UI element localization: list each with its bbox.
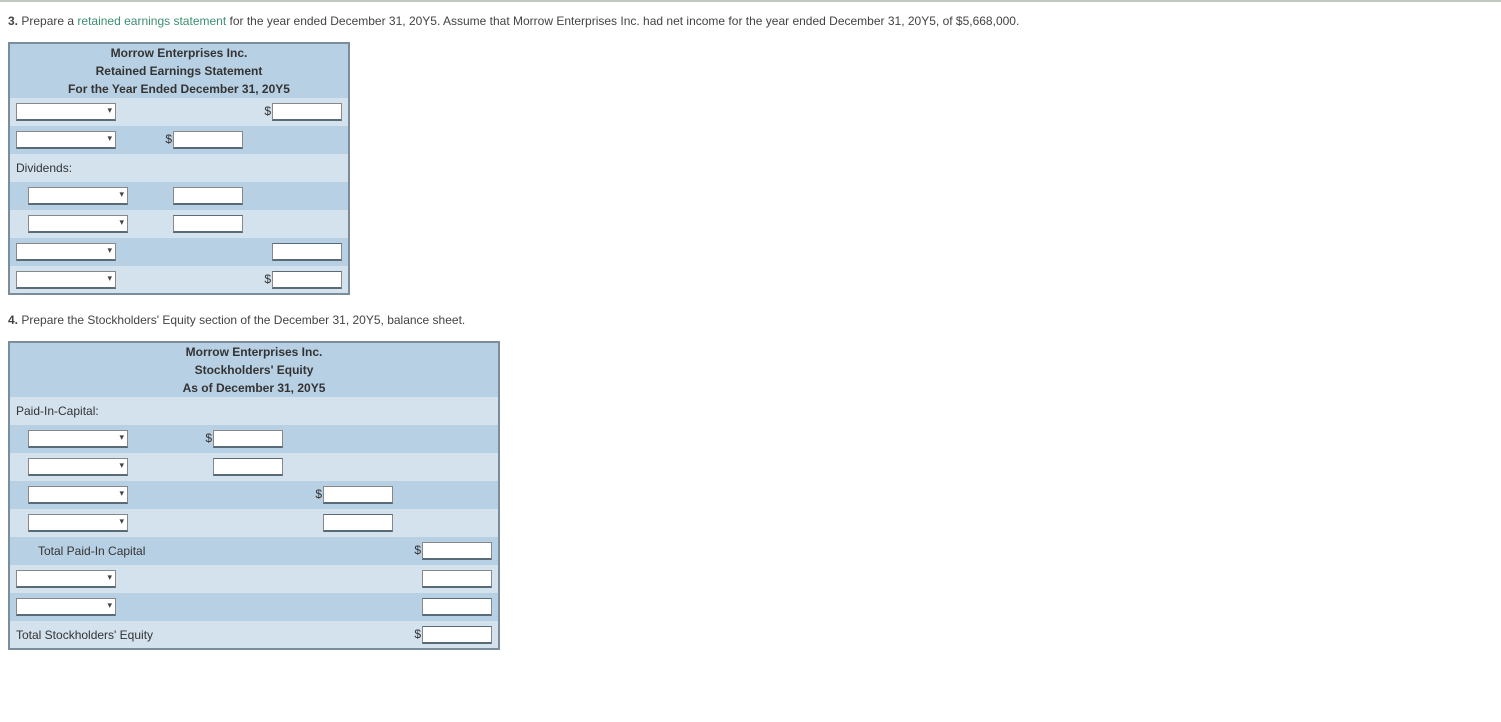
t1-r6-amount[interactable] (272, 243, 342, 261)
t2-total-paid-in-label: Total Paid-In Capital (9, 537, 179, 565)
t1-r6-dropdown[interactable] (16, 243, 116, 261)
q3-prefix: Prepare a (21, 14, 77, 28)
dollar-sign: $ (414, 627, 421, 641)
t1-r7-amount[interactable] (272, 271, 342, 289)
t2-total-se-amount[interactable] (422, 626, 492, 644)
stockholders-equity-table: Morrow Enterprises Inc. Stockholders' Eq… (8, 341, 500, 650)
t1-header-company: Morrow Enterprises Inc. (9, 43, 349, 62)
t1-r5-amount[interactable] (173, 215, 243, 233)
t2-r6-dropdown[interactable] (16, 570, 116, 588)
t2-header-period: As of December 31, 20Y5 (9, 379, 499, 397)
t2-r1-amount[interactable] (213, 430, 283, 448)
t2-total-se-label: Total Stockholders' Equity (9, 621, 399, 649)
q3-link[interactable]: retained earnings statement (77, 14, 226, 28)
t2-paid-in-label: Paid-In-Capital: (9, 397, 499, 425)
t2-header-title: Stockholders' Equity (9, 361, 499, 379)
t2-r6-amount[interactable] (422, 570, 492, 588)
t2-r2-dropdown[interactable] (28, 458, 128, 476)
t1-header-title: Retained Earnings Statement (9, 62, 349, 80)
t1-r2-dropdown[interactable] (16, 131, 116, 149)
q3-suffix: for the year ended December 31, 20Y5. As… (226, 14, 1019, 28)
t2-header-company: Morrow Enterprises Inc. (9, 342, 499, 361)
t1-r4-amount[interactable] (173, 187, 243, 205)
t1-r1-dropdown[interactable] (16, 103, 116, 121)
t1-r1-amount[interactable] (272, 103, 342, 121)
t1-r7-dropdown[interactable] (16, 271, 116, 289)
retained-earnings-table: Morrow Enterprises Inc. Retained Earning… (8, 42, 350, 295)
t1-dividends-label: Dividends: (9, 154, 349, 182)
t2-r7-amount[interactable] (422, 598, 492, 616)
t2-r2-amount[interactable] (213, 458, 283, 476)
t1-r4-dropdown[interactable] (28, 187, 128, 205)
dollar-sign: $ (205, 431, 212, 445)
dollar-sign: $ (264, 104, 271, 118)
q4-text: Prepare the Stockholders' Equity section… (21, 313, 465, 327)
dollar-sign: $ (264, 272, 271, 286)
q3-number: 3. (8, 14, 18, 28)
t2-r4-amount[interactable] (323, 514, 393, 532)
t1-header-period: For the Year Ended December 31, 20Y5 (9, 80, 349, 98)
q4-number: 4. (8, 313, 18, 327)
t2-r4-dropdown[interactable] (28, 514, 128, 532)
t1-r5-dropdown[interactable] (28, 215, 128, 233)
dollar-sign: $ (414, 543, 421, 557)
dollar-sign: $ (315, 487, 322, 501)
t2-total-paid-amount[interactable] (422, 542, 492, 560)
t2-r3-dropdown[interactable] (28, 486, 128, 504)
t1-r2-amount[interactable] (173, 131, 243, 149)
question-3: 3. Prepare a retained earnings statement… (8, 14, 1493, 28)
t2-r7-dropdown[interactable] (16, 598, 116, 616)
t2-r1-dropdown[interactable] (28, 430, 128, 448)
question-4: 4. Prepare the Stockholders' Equity sect… (8, 313, 1493, 327)
dollar-sign: $ (165, 132, 172, 146)
t2-r3-amount[interactable] (323, 486, 393, 504)
